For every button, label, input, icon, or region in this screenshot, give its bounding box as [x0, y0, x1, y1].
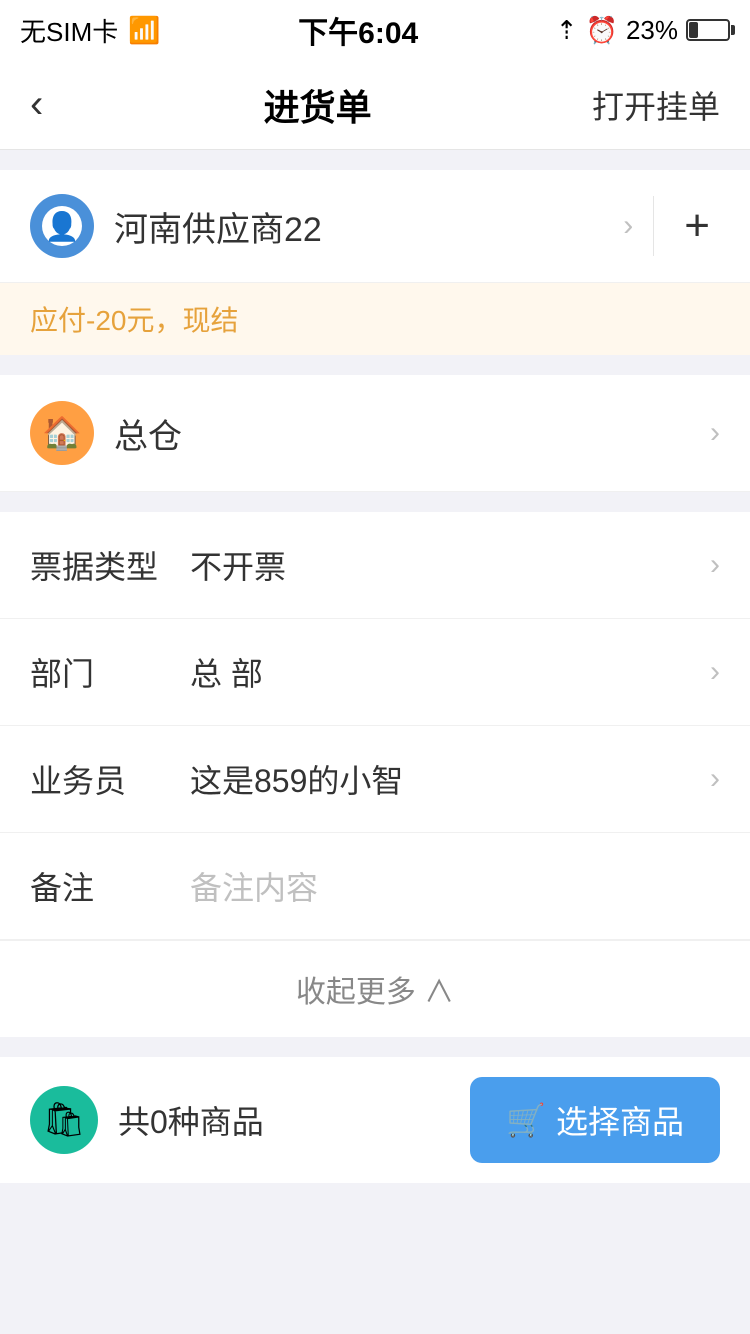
house-icon: 🏠: [42, 414, 82, 452]
department-chevron-icon: ›: [710, 655, 720, 689]
open-pending-button[interactable]: 打开挂单: [592, 82, 720, 128]
salesman-label: 业务员: [30, 756, 170, 802]
nav-bar: ‹ 进货单 打开挂单: [0, 60, 750, 150]
shopping-bag-icon: 🛍: [42, 1100, 85, 1140]
supplier-avatar: 👤: [30, 194, 94, 258]
remark-row[interactable]: 备注 备注内容: [0, 833, 750, 940]
status-left: 无SIM卡 📶: [20, 12, 161, 49]
carrier-label: 无SIM卡: [20, 12, 118, 49]
person-icon: 👤: [45, 210, 80, 243]
warehouse-section: 🏠 总仓 ›: [0, 375, 750, 492]
salesman-chevron-icon: ›: [710, 762, 720, 796]
gap-2: [0, 355, 750, 375]
remark-label: 备注: [30, 863, 170, 909]
remark-input[interactable]: 备注内容: [190, 863, 720, 909]
invoice-type-chevron-icon: ›: [710, 548, 720, 582]
product-count: 共0种商品: [118, 1097, 470, 1143]
invoice-type-row[interactable]: 票据类型 不开票 ›: [0, 512, 750, 619]
department-label: 部门: [30, 649, 170, 695]
department-row[interactable]: 部门 总 部 ›: [0, 619, 750, 726]
salesman-value: 这是859的小智: [190, 756, 710, 802]
product-bar: 🛍 共0种商品 🛒 选择商品: [0, 1057, 750, 1183]
battery-icon: [686, 19, 730, 41]
battery-percent: 23%: [626, 15, 678, 46]
collapse-label: 收起更多 ∧: [296, 967, 454, 1011]
avatar-inner: 👤: [42, 206, 82, 246]
alarm-icon: ⏰: [586, 15, 618, 46]
supplier-name: 河南供应商22: [114, 202, 623, 251]
collapse-row[interactable]: 收起更多 ∧: [0, 940, 750, 1037]
location-icon: ⇡: [556, 15, 578, 46]
page-title: 进货单: [264, 79, 372, 131]
status-time: 下午6:04: [298, 8, 418, 52]
back-button[interactable]: ‹: [30, 82, 43, 127]
notice-text: 应付-20元，现结: [30, 305, 238, 336]
supplier-section: 👤 河南供应商22 › + 应付-20元，现结: [0, 170, 750, 355]
supplier-chevron-icon: ›: [623, 209, 633, 243]
warehouse-name: 总仓: [114, 409, 710, 458]
invoice-type-value: 不开票: [190, 542, 710, 588]
invoice-type-label: 票据类型: [30, 542, 170, 588]
form-section: 票据类型 不开票 › 部门 总 部 › 业务员 这是859的小智 › 备注 备注…: [0, 512, 750, 1037]
warehouse-chevron-icon: ›: [710, 416, 720, 450]
salesman-row[interactable]: 业务员 这是859的小智 ›: [0, 726, 750, 833]
status-bar: 无SIM卡 📶 下午6:04 ⇡ ⏰ 23%: [0, 0, 750, 60]
gap-1: [0, 150, 750, 170]
product-icon-wrap: 🛍: [30, 1086, 98, 1154]
add-button[interactable]: +: [674, 201, 720, 251]
vertical-divider: [653, 196, 654, 256]
department-value: 总 部: [190, 649, 710, 695]
select-product-label: 选择商品: [556, 1097, 684, 1143]
wifi-icon: 📶: [128, 15, 160, 46]
select-product-button[interactable]: 🛒 选择商品: [470, 1077, 720, 1163]
warehouse-icon-wrap: 🏠: [30, 401, 94, 465]
select-product-icon: 🛒: [506, 1101, 546, 1139]
supplier-row[interactable]: 👤 河南供应商22 › +: [0, 170, 750, 283]
warehouse-row[interactable]: 🏠 总仓 ›: [0, 375, 750, 492]
status-right: ⇡ ⏰ 23%: [556, 15, 730, 46]
notice-bar: 应付-20元，现结: [0, 283, 750, 355]
